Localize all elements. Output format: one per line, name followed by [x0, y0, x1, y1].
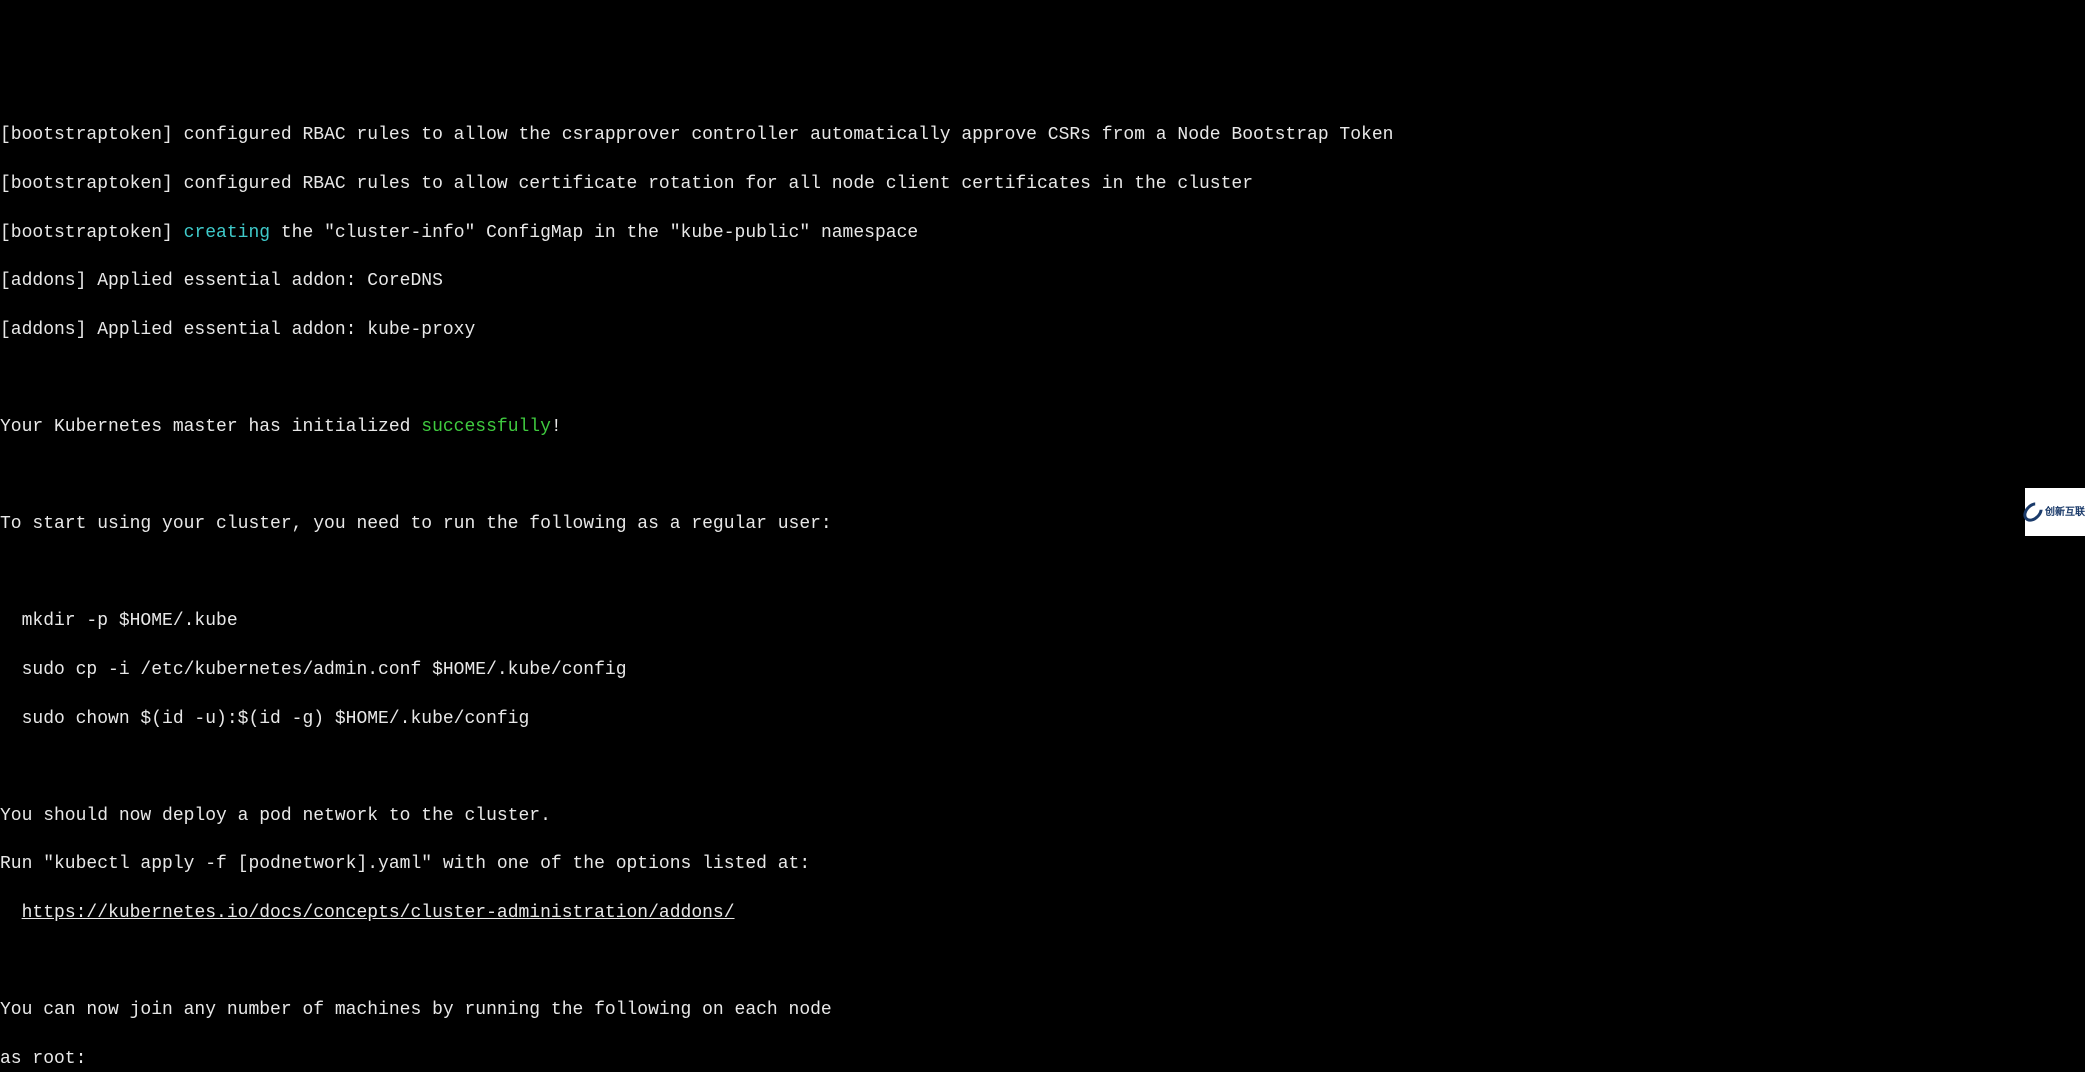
blank-line [0, 464, 2085, 488]
success-before: Your Kubernetes master has initialized [0, 417, 421, 437]
log-line: [addons] Applied essential addon: CoreDN… [0, 269, 2085, 293]
log-tag: [addons] [0, 271, 97, 291]
instruction-text: Run "kubectl apply -f [podnetwork].yaml"… [0, 852, 2085, 876]
success-line: Your Kubernetes master has initialized s… [0, 415, 2085, 439]
log-text: Applied essential addon: CoreDNS [97, 271, 443, 291]
instruction-text: You should now deploy a pod network to t… [0, 804, 2085, 828]
blank-line [0, 755, 2085, 779]
watermark-badge: 创新互联 [2025, 488, 2085, 536]
watermark-text: 创新互联 [2045, 507, 2085, 518]
log-line: [bootstraptoken] configured RBAC rules t… [0, 123, 2085, 147]
log-tag: [bootstraptoken] [0, 174, 184, 194]
command-line: sudo cp -i /etc/kubernetes/admin.conf $H… [0, 658, 2085, 682]
blank-line [0, 561, 2085, 585]
blank-line [0, 950, 2085, 974]
log-text: Applied essential addon: kube-proxy [97, 320, 475, 340]
log-action: creating [184, 223, 270, 243]
command-line: sudo chown $(id -u):$(id -g) $HOME/.kube… [0, 707, 2085, 731]
instruction-text: To start using your cluster, you need to… [0, 512, 2085, 536]
log-tag: [bootstraptoken] [0, 223, 184, 243]
success-word: successfully [421, 417, 551, 437]
success-after: ! [551, 417, 562, 437]
command-line: mkdir -p $HOME/.kube [0, 609, 2085, 633]
log-tag: [bootstraptoken] [0, 125, 184, 145]
log-text: the "cluster-info" ConfigMap in the "kub… [270, 223, 918, 243]
log-text: configured RBAC rules to allow the csrap… [184, 125, 1394, 145]
instruction-text: as root: [0, 1047, 2085, 1071]
blank-line [0, 366, 2085, 390]
addons-link[interactable]: https://kubernetes.io/docs/concepts/clus… [22, 903, 735, 923]
log-line: [addons] Applied essential addon: kube-p… [0, 318, 2085, 342]
terminal-output: [bootstraptoken] configured RBAC rules t… [0, 99, 2085, 1072]
log-line: [bootstraptoken] configured RBAC rules t… [0, 172, 2085, 196]
instruction-text: You can now join any number of machines … [0, 998, 2085, 1022]
link-line: https://kubernetes.io/docs/concepts/clus… [0, 901, 2085, 925]
log-text: configured RBAC rules to allow certifica… [184, 174, 1253, 194]
log-tag: [addons] [0, 320, 97, 340]
log-line: [bootstraptoken] creating the "cluster-i… [0, 221, 2085, 245]
